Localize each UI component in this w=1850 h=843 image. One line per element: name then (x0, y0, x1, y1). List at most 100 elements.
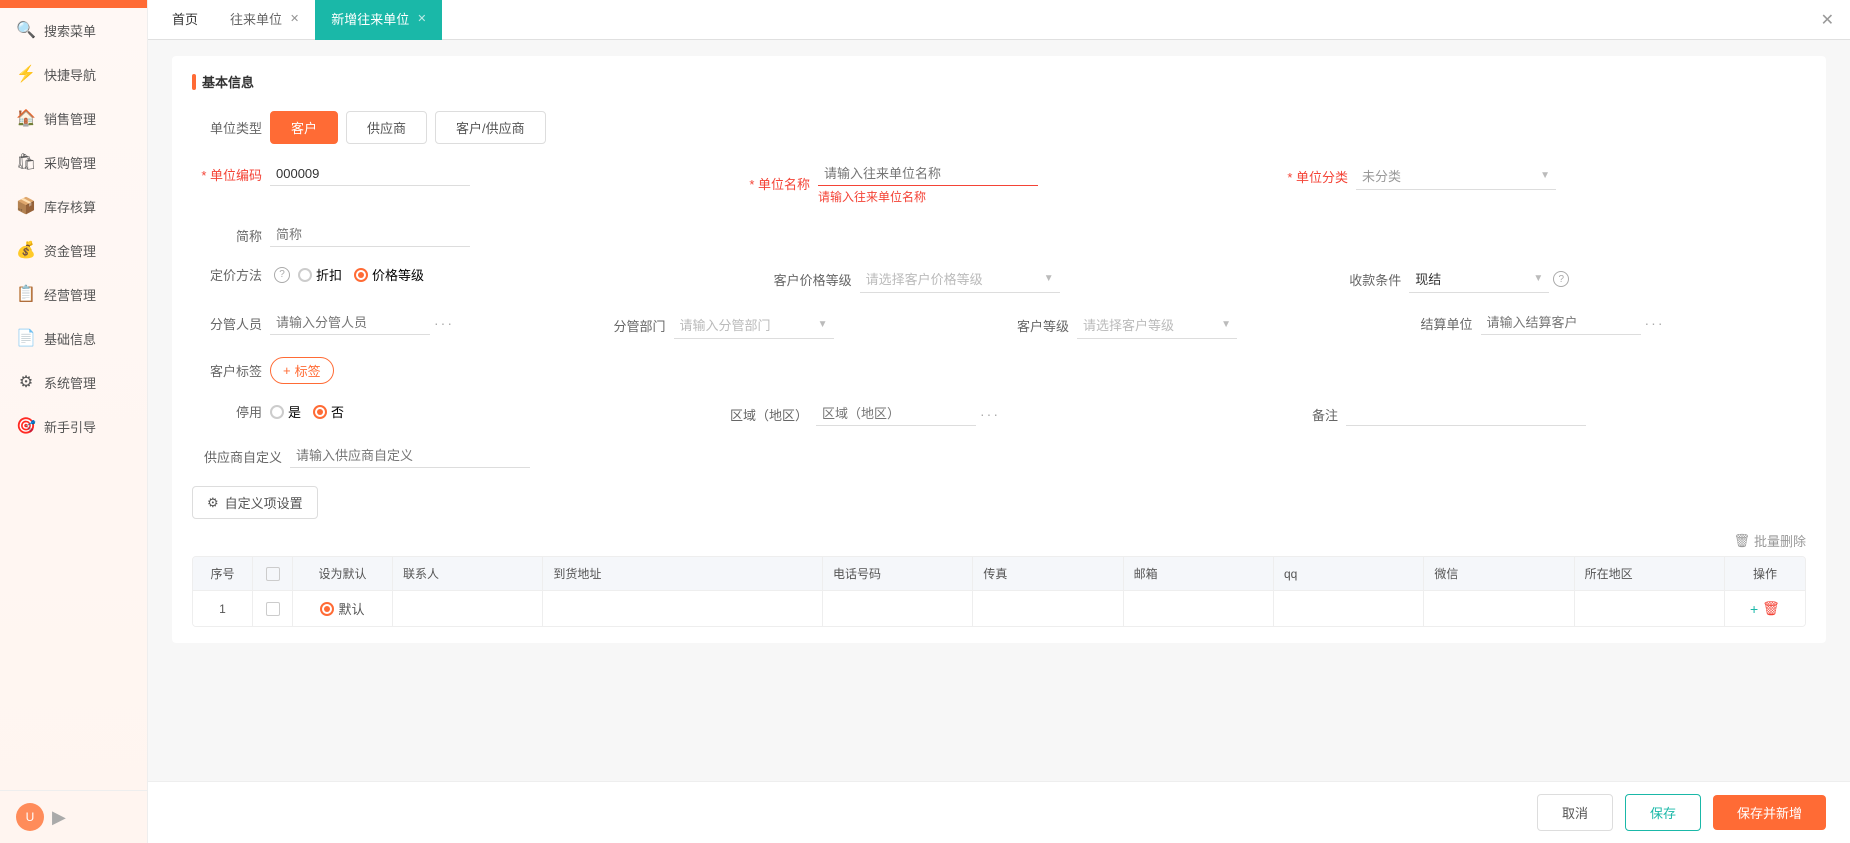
sidebar-item-basic-info[interactable]: 📄 基础信息 (0, 316, 147, 360)
region-input[interactable] (816, 402, 976, 426)
customer-price-level-select[interactable]: 请选择客户价格等级 ▼ (860, 265, 1060, 293)
tab-close-active-icon[interactable]: ✕ (417, 12, 426, 25)
disabled-yes-option[interactable]: 是 (270, 402, 301, 421)
cancel-button[interactable]: 取消 (1537, 794, 1613, 831)
row-delete-button[interactable]: 🗑 (1762, 600, 1780, 617)
sales-icon: 🏠 (16, 108, 36, 128)
row-region-input[interactable] (1585, 602, 1714, 616)
pricing-discount-option[interactable]: 折扣 (298, 265, 342, 284)
row-ops: + 🗑 (1725, 591, 1805, 626)
row-region[interactable] (1575, 591, 1725, 626)
section-title: 基本信息 (192, 72, 1806, 91)
row-addr[interactable] (543, 591, 823, 626)
row-seq: 1 (193, 591, 253, 626)
contact-table: 序号 设为默认 联系人 到货地址 电话号码 传真 邮箱 qq 微信 所在地区 操… (192, 556, 1806, 627)
sidebar-item-label: 新手引导 (44, 417, 96, 436)
row-qq[interactable] (1274, 591, 1424, 626)
unit-name-label: * 单位名称 (730, 174, 810, 193)
tab-new-partner[interactable]: 新增往来单位 ✕ (315, 0, 442, 40)
payment-terms-value: 现结 (1415, 269, 1529, 288)
sidebar-item-search[interactable]: 🔍 搜索菜单 (0, 8, 147, 52)
save-button[interactable]: 保存 (1625, 794, 1701, 831)
basic-info-icon: 📄 (16, 328, 36, 348)
chevron-down-icon4: ▼ (818, 319, 828, 330)
customer-level-select[interactable]: 请选择客户等级 ▼ (1077, 311, 1237, 339)
unit-btn-both[interactable]: 客户/供应商 (435, 111, 546, 144)
row-qq-input[interactable] (1284, 602, 1413, 616)
unit-code-group: * 单位编码 (192, 162, 730, 186)
manager-input[interactable] (270, 311, 430, 335)
manager-more-icon[interactable]: ··· (434, 315, 454, 331)
unit-category-group: * 单位分类 未分类 ▼ (1268, 162, 1806, 190)
row-email[interactable] (1124, 591, 1274, 626)
payment-terms-select[interactable]: 现结 ▼ (1409, 265, 1549, 293)
unit-category-label: * 单位分类 (1268, 167, 1348, 186)
sidebar-item-label: 系统管理 (44, 373, 96, 392)
sidebar-item-sales[interactable]: 🏠 销售管理 (0, 96, 147, 140)
supplier-custom-input[interactable] (290, 444, 530, 468)
pricing-group: 定价方法 ? 折扣 价格等级 (192, 265, 762, 284)
pricing-level-option[interactable]: 价格等级 (354, 265, 424, 284)
tab-close-icon[interactable]: ✕ (290, 12, 299, 25)
col-header-region: 所在地区 (1575, 557, 1725, 590)
row-email-input[interactable] (1134, 602, 1263, 616)
sidebar-item-inventory[interactable]: 📦 库存核算 (0, 184, 147, 228)
chevron-down-icon2: ▼ (1044, 273, 1054, 284)
row-add-button[interactable]: + (1750, 601, 1758, 617)
table-header: 序号 设为默认 联系人 到货地址 电话号码 传真 邮箱 qq 微信 所在地区 操… (193, 557, 1805, 591)
batch-delete-button[interactable]: 🗑 批量删除 (1733, 531, 1806, 550)
row-fax-input[interactable] (983, 602, 1112, 616)
unit-name-input[interactable] (818, 162, 1038, 186)
row-addr-input[interactable] (553, 602, 812, 616)
row-contact[interactable] (393, 591, 543, 626)
sidebar-item-operations[interactable]: 📋 经营管理 (0, 272, 147, 316)
dept-select[interactable]: 请输入分管部门 ▼ (674, 311, 834, 339)
unit-btn-supplier[interactable]: 供应商 (346, 111, 427, 144)
select-all-checkbox[interactable] (266, 567, 280, 581)
payment-help-icon[interactable]: ? (1553, 271, 1569, 287)
sidebar-item-guide[interactable]: 🎯 新手引导 (0, 404, 147, 448)
sidebar-item-purchase[interactable]: 🛍 采购管理 (0, 140, 147, 184)
purchase-icon: 🛍 (16, 152, 36, 172)
pricing-help-icon[interactable]: ? (274, 267, 290, 283)
tab-label: 新增往来单位 (331, 9, 409, 28)
col-header-ops: 操作 (1725, 557, 1805, 590)
row-wechat[interactable] (1424, 591, 1574, 626)
region-label: 区域（地区） (730, 405, 808, 424)
row-default-radio[interactable]: 默认 (320, 599, 364, 618)
row-checkbox[interactable] (266, 602, 280, 616)
sidebar-item-system[interactable]: ⚙ 系统管理 (0, 360, 147, 404)
remark-input[interactable] (1346, 402, 1586, 426)
tag-group: 客户标签 + 标签 (192, 357, 1806, 384)
sidebar-collapse-icon[interactable]: ▶ (52, 807, 66, 828)
sidebar-item-finance[interactable]: 💰 资金管理 (0, 228, 147, 272)
unit-category-value: 未分类 (1362, 166, 1536, 185)
add-tag-button[interactable]: + 标签 (270, 357, 334, 384)
close-all-tabs-button[interactable]: ✕ (1813, 10, 1842, 30)
settlement-more-icon[interactable]: ··· (1645, 315, 1665, 331)
tab-partners[interactable]: 往来单位 ✕ (214, 0, 315, 40)
unit-btn-customer[interactable]: 客户 (270, 111, 338, 144)
unit-name-error: 请输入往来单位名称 (818, 188, 1038, 205)
region-more-icon[interactable]: ··· (980, 406, 1000, 422)
abbr-input[interactable] (270, 223, 470, 247)
code-name-category-row: * 单位编码 * 单位名称 请输入往来单位名称 * 单位分类 未分类 ▼ (192, 162, 1806, 205)
settlement-input[interactable] (1481, 311, 1641, 335)
row-contact-input[interactable] (403, 602, 532, 616)
sidebar-item-quick-nav[interactable]: ⚡ 快捷导航 (0, 52, 147, 96)
pricing-radio-group: 折扣 价格等级 (298, 265, 424, 284)
col-header-default: 设为默认 (293, 557, 393, 590)
row-phone[interactable] (823, 591, 973, 626)
disabled-no-option[interactable]: 否 (313, 402, 344, 421)
save-and-new-button[interactable]: 保存并新增 (1713, 795, 1826, 830)
row-wechat-input[interactable] (1434, 602, 1563, 616)
batch-delete-icon: 🗑 (1733, 533, 1750, 549)
unit-code-input[interactable] (270, 162, 470, 186)
unit-category-select[interactable]: 未分类 ▼ (1356, 162, 1556, 190)
tab-home[interactable]: 首页 (156, 0, 214, 40)
unit-name-group: * 单位名称 请输入往来单位名称 (730, 162, 1268, 205)
custom-settings-button[interactable]: ⚙ 自定义项设置 (192, 486, 318, 519)
row-fax[interactable] (973, 591, 1123, 626)
row-phone-input[interactable] (833, 602, 962, 616)
unit-type-label: 单位类型 (192, 118, 262, 137)
